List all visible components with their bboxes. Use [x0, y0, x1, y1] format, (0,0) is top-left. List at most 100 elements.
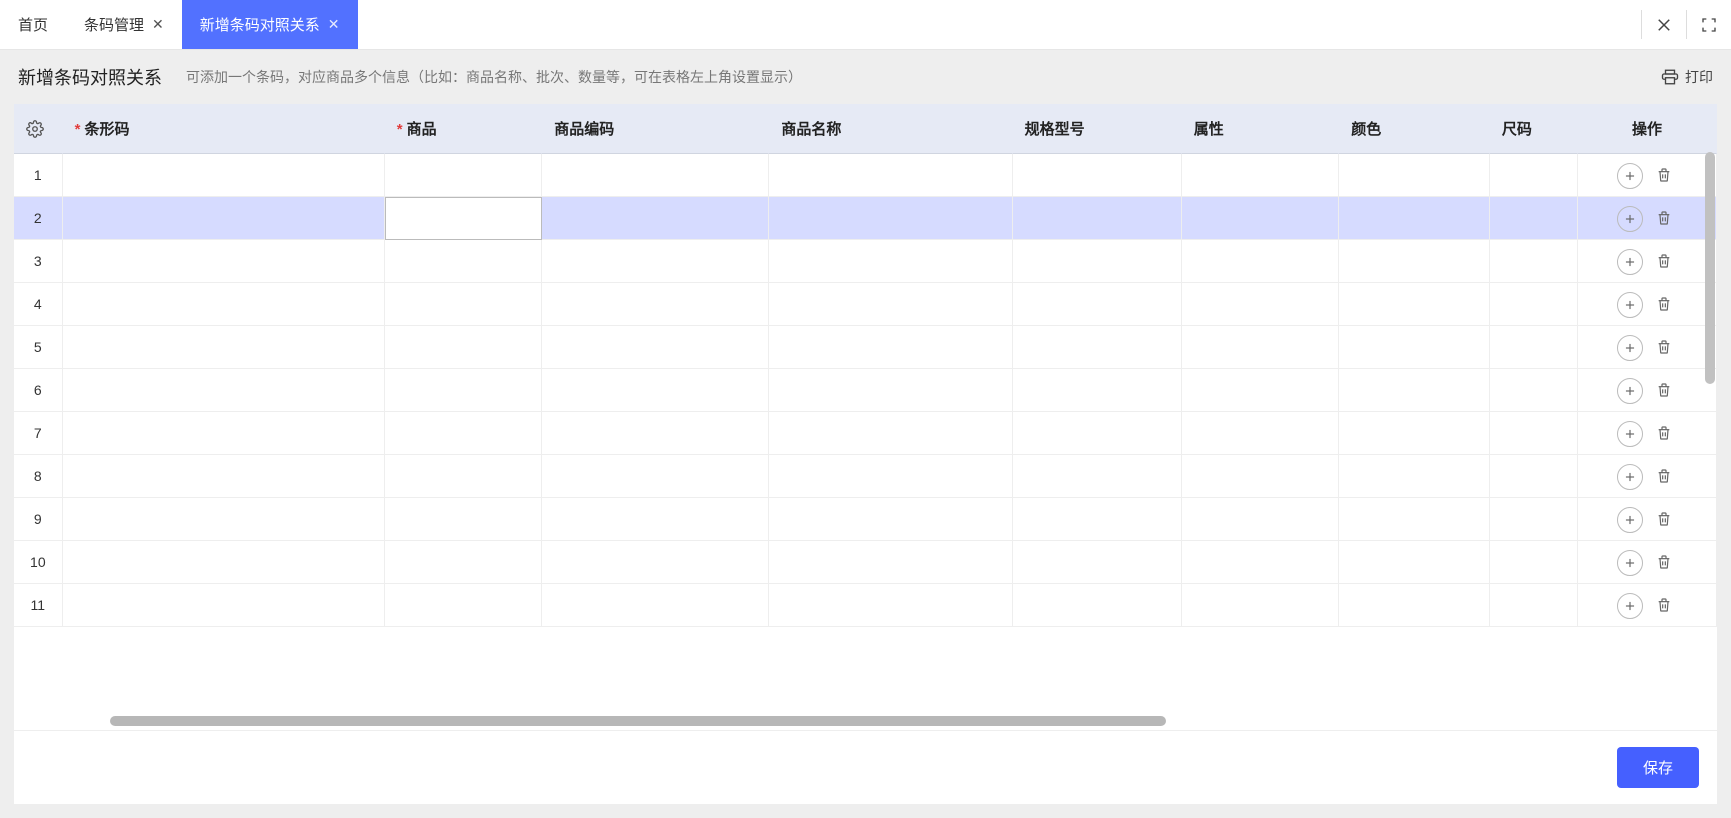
cell-color[interactable] [1339, 240, 1490, 283]
cell-spec[interactable] [1013, 197, 1182, 240]
cell-product-name[interactable] [769, 283, 1012, 326]
cell-attr[interactable] [1182, 541, 1340, 584]
cell-spec[interactable] [1013, 283, 1182, 326]
cell-product[interactable] [385, 197, 543, 240]
delete-row-button[interactable] [1651, 205, 1677, 231]
cell-barcode[interactable] [63, 412, 385, 455]
vertical-scrollbar-thumb[interactable] [1705, 152, 1715, 384]
close-icon[interactable]: ✕ [152, 16, 164, 33]
table-row[interactable]: 10 [14, 541, 1717, 584]
print-button[interactable]: 打印 [1661, 67, 1713, 87]
cell-size[interactable] [1490, 154, 1578, 197]
cell-product[interactable] [385, 498, 543, 541]
cell-size[interactable] [1490, 326, 1578, 369]
tab-home[interactable]: 首页 [0, 0, 66, 49]
add-row-button[interactable] [1617, 163, 1643, 189]
cell-barcode[interactable] [63, 197, 385, 240]
cell-size[interactable] [1490, 541, 1578, 584]
cell-color[interactable] [1339, 498, 1490, 541]
cell-product[interactable] [385, 283, 543, 326]
cell-product[interactable] [385, 154, 543, 197]
delete-row-button[interactable] [1651, 549, 1677, 575]
cell-color[interactable] [1339, 584, 1490, 627]
delete-row-button[interactable] [1651, 291, 1677, 317]
delete-row-button[interactable] [1651, 463, 1677, 489]
cell-color[interactable] [1339, 455, 1490, 498]
add-row-button[interactable] [1617, 378, 1643, 404]
cell-product-code[interactable] [542, 240, 769, 283]
cell-attr[interactable] [1182, 326, 1340, 369]
cell-product[interactable] [385, 326, 543, 369]
cell-color[interactable] [1339, 412, 1490, 455]
add-row-button[interactable] [1617, 507, 1643, 533]
cell-color[interactable] [1339, 154, 1490, 197]
cell-attr[interactable] [1182, 369, 1340, 412]
add-row-button[interactable] [1617, 550, 1643, 576]
add-row-button[interactable] [1617, 464, 1643, 490]
delete-row-button[interactable] [1651, 592, 1677, 618]
table-row[interactable]: 3 [14, 240, 1717, 283]
cell-product[interactable] [385, 412, 543, 455]
cell-product-name[interactable] [769, 584, 1012, 627]
cell-product[interactable] [385, 369, 543, 412]
horizontal-scrollbar-thumb[interactable] [110, 716, 1166, 726]
cell-attr[interactable] [1182, 283, 1340, 326]
table-row[interactable]: 5 [14, 326, 1717, 369]
table-row[interactable]: 7 [14, 412, 1717, 455]
cell-product[interactable] [385, 584, 543, 627]
cell-spec[interactable] [1013, 154, 1182, 197]
table-row[interactable]: 8 [14, 455, 1717, 498]
cell-size[interactable] [1490, 369, 1578, 412]
table-row[interactable]: 11 [14, 584, 1717, 627]
cell-product-name[interactable] [769, 369, 1012, 412]
add-row-button[interactable] [1617, 335, 1643, 361]
cell-barcode[interactable] [63, 455, 385, 498]
cell-attr[interactable] [1182, 584, 1340, 627]
cell-barcode[interactable] [63, 154, 385, 197]
cell-product-code[interactable] [542, 283, 769, 326]
cell-product-code[interactable] [542, 197, 769, 240]
cell-size[interactable] [1490, 412, 1578, 455]
add-row-button[interactable] [1617, 206, 1643, 232]
cell-product-name[interactable] [769, 541, 1012, 584]
cell-spec[interactable] [1013, 240, 1182, 283]
cell-product-code[interactable] [542, 584, 769, 627]
cell-product[interactable] [385, 455, 543, 498]
cell-size[interactable] [1490, 584, 1578, 627]
cell-size[interactable] [1490, 455, 1578, 498]
add-row-button[interactable] [1617, 593, 1643, 619]
delete-row-button[interactable] [1651, 334, 1677, 360]
add-row-button[interactable] [1617, 421, 1643, 447]
delete-row-button[interactable] [1651, 248, 1677, 274]
cell-product-name[interactable] [769, 412, 1012, 455]
cell-size[interactable] [1490, 197, 1578, 240]
horizontal-scrollbar-track[interactable] [14, 712, 1717, 730]
cell-spec[interactable] [1013, 326, 1182, 369]
table-row[interactable]: 4 [14, 283, 1717, 326]
cell-size[interactable] [1490, 283, 1578, 326]
delete-row-button[interactable] [1651, 420, 1677, 446]
cell-product-code[interactable] [542, 369, 769, 412]
cell-barcode[interactable] [63, 240, 385, 283]
cell-product-code[interactable] [542, 326, 769, 369]
close-icon[interactable]: ✕ [328, 16, 340, 33]
cell-color[interactable] [1339, 197, 1490, 240]
cell-barcode[interactable] [63, 498, 385, 541]
cell-spec[interactable] [1013, 455, 1182, 498]
cell-product-name[interactable] [769, 326, 1012, 369]
cell-spec[interactable] [1013, 369, 1182, 412]
cell-product[interactable] [385, 240, 543, 283]
tab-barcode-mgmt[interactable]: 条码管理 ✕ [66, 0, 182, 49]
close-all-tabs-button[interactable] [1642, 0, 1686, 49]
cell-attr[interactable] [1182, 412, 1340, 455]
delete-row-button[interactable] [1651, 506, 1677, 532]
cell-product-name[interactable] [769, 154, 1012, 197]
cell-attr[interactable] [1182, 154, 1340, 197]
add-row-button[interactable] [1617, 249, 1643, 275]
cell-size[interactable] [1490, 240, 1578, 283]
add-row-button[interactable] [1617, 292, 1643, 318]
cell-spec[interactable] [1013, 498, 1182, 541]
cell-attr[interactable] [1182, 240, 1340, 283]
cell-product[interactable] [385, 541, 543, 584]
cell-spec[interactable] [1013, 584, 1182, 627]
